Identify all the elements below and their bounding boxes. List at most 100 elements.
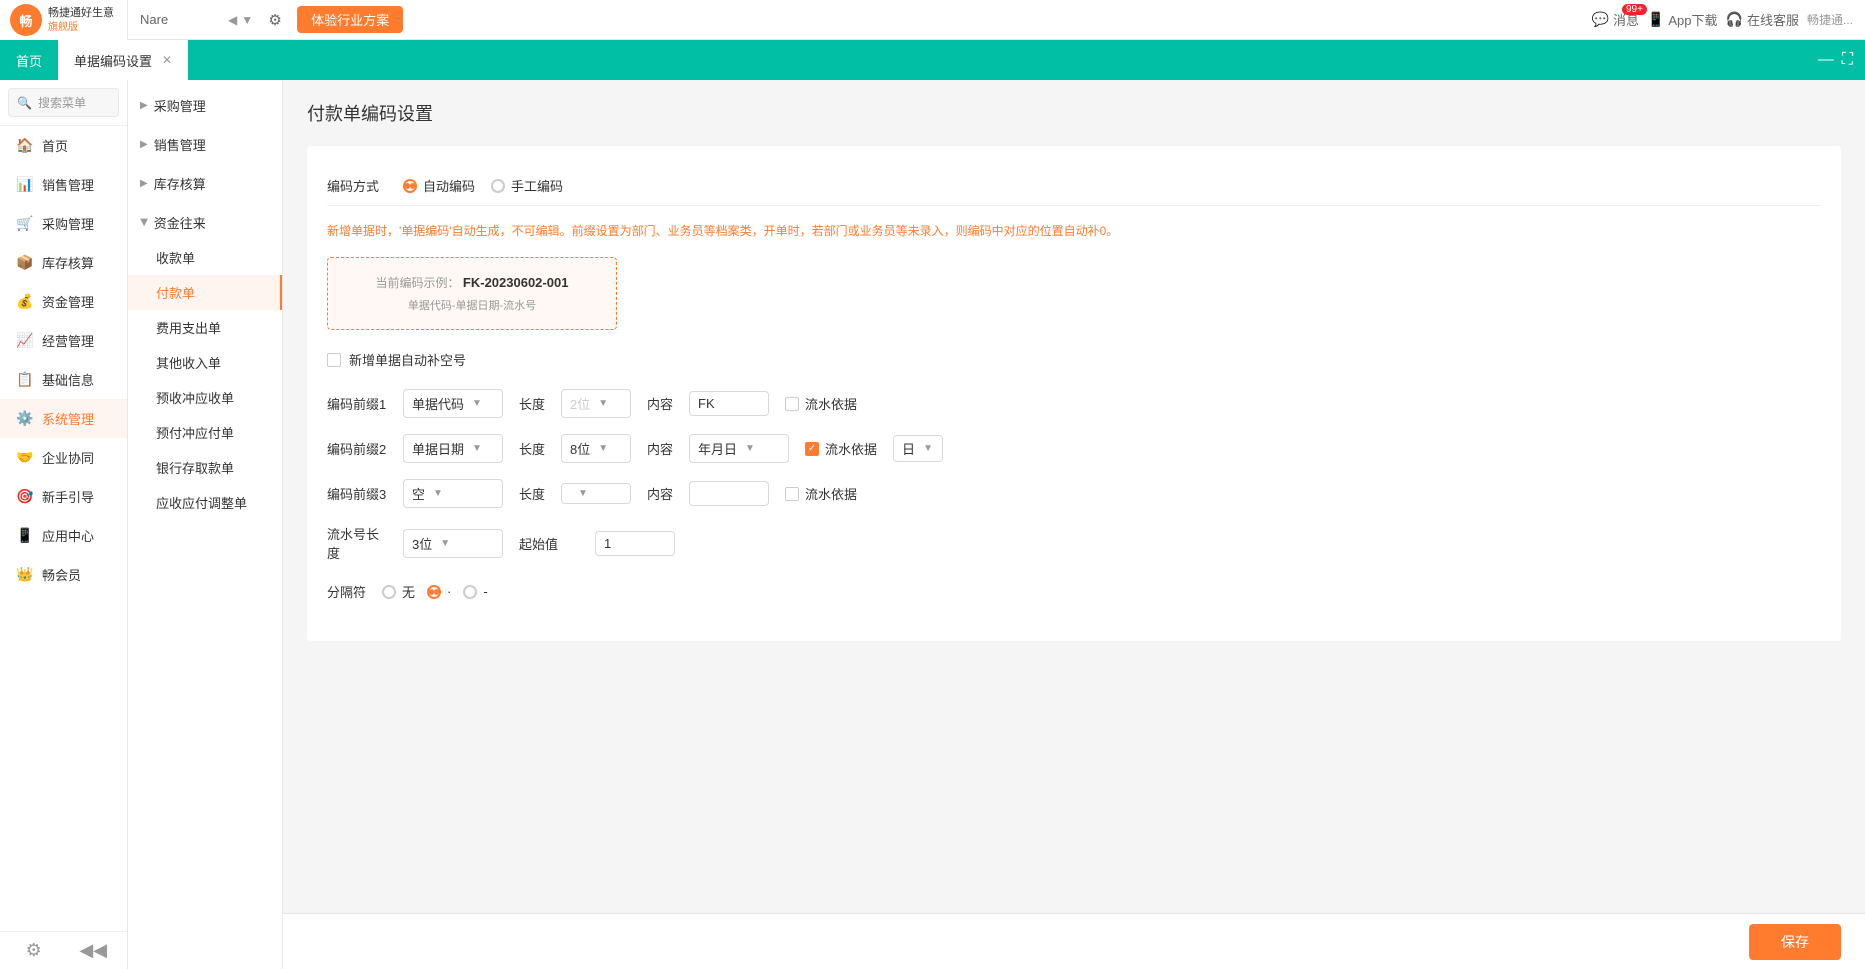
minimize-icon[interactable]: — [1818, 51, 1834, 69]
maximize-icon[interactable]: ⛶ [1842, 51, 1853, 69]
nav-arrows[interactable]: ◀ ▼ [228, 13, 253, 27]
manual-code-radio-circle [491, 179, 505, 193]
prefix1-length-label: 长度 [519, 394, 545, 413]
sidebar-item-appcenter[interactable]: 📱 应用中心 [0, 516, 127, 555]
prefix1-length-select[interactable]: 2位 ▼ [561, 389, 631, 418]
manual-code-radio[interactable]: 手工编码 [491, 176, 563, 195]
serial-start-input[interactable] [595, 531, 675, 556]
subnav-group-purchase-title[interactable]: ▶ 采购管理 [128, 88, 282, 123]
prefix1-length-chevron-icon: ▼ [598, 398, 608, 409]
serial-length-select[interactable]: 3位 ▼ [403, 529, 503, 558]
subnav-item-prepay-recv[interactable]: 预收冲应收单 [128, 380, 282, 415]
sidebar-item-home[interactable]: 🏠 首页 [0, 126, 127, 165]
search-label: 搜索菜单 [38, 94, 86, 111]
subnav-item-prepay-pay[interactable]: 预付冲应付单 [128, 415, 282, 450]
prefix3-serial-check[interactable]: 流水依据 [785, 484, 857, 503]
prefix1-select[interactable]: 单据代码 ▼ [403, 389, 503, 418]
subnav-group-fund-title[interactable]: ▶ 资金往来 [128, 205, 282, 240]
prefix2-length-select[interactable]: 8位 ▼ [561, 434, 631, 463]
settings-bottom-btn[interactable]: ⚙ [8, 940, 60, 961]
prefix2-day-select[interactable]: 日 ▼ [893, 435, 943, 462]
prefix2-serial-check[interactable]: ✓ 流水依据 [805, 439, 877, 458]
subnav-arrow-fund: ▶ [138, 219, 149, 227]
sidebar-item-enterprise[interactable]: 🤝 企业协同 [0, 438, 127, 477]
subnav-group-fund: ▶ 资金往来 收款单 付款单 费用支出单 其他收入单 预收冲应收单 [128, 205, 282, 520]
app-download-btn[interactable]: 📱 App下载 [1647, 10, 1718, 29]
sidebar-item-purchase[interactable]: 🛒 采购管理 [0, 204, 127, 243]
operations-icon: 📈 [16, 332, 34, 350]
sidebar-item-sales[interactable]: 📊 销售管理 [0, 165, 127, 204]
radio-group: 自动编码 手工编码 [403, 176, 563, 195]
prefix2-content-select[interactable]: 年月日 ▼ [689, 434, 789, 463]
sidebar-item-guide[interactable]: 🎯 新手引导 [0, 477, 127, 516]
auto-fill-checkbox[interactable] [327, 353, 341, 367]
subnav-item-expense[interactable]: 费用支出单 [128, 310, 282, 345]
online-service-btn[interactable]: 🎧 在线客服 [1726, 10, 1799, 29]
prefix2-length-label: 长度 [519, 439, 545, 458]
tab-bar: 首页 单据编码设置 ✕ — ⛶ [0, 40, 1865, 80]
info-text: 新增单据时，'单据编码'自动生成，不可编辑。前缀设置为部门、业务员等档案类，开单… [327, 222, 1821, 241]
subnav-arrow-sales: ▶ [140, 139, 148, 150]
prefix1-serial-checkbox[interactable] [785, 397, 799, 411]
subnav-item-receipt[interactable]: 收款单 [128, 240, 282, 275]
prefix2-content-chevron-icon: ▼ [745, 443, 755, 454]
encoding-method-label: 编码方式 [327, 176, 379, 195]
prev-arrow[interactable]: ◀ [228, 13, 237, 27]
auto-fill-row: 新增单据自动补空号 [327, 350, 1821, 369]
serial-start-label: 起始值 [519, 534, 579, 553]
tab-home[interactable]: 首页 [0, 40, 58, 80]
app-logo: 畅 [10, 4, 42, 36]
auto-code-radio[interactable]: 自动编码 [403, 176, 475, 195]
sep-dash-radio-circle [463, 585, 477, 599]
sidebar-item-operations[interactable]: 📈 经营管理 [0, 321, 127, 360]
message-btn[interactable]: 💬 消息 99+ [1592, 10, 1639, 29]
sep-none-radio[interactable]: 无 [382, 582, 415, 601]
prefix2-row: 编码前缀2 单据日期 ▼ 长度 8位 ▼ 内容 年月日 [327, 434, 1821, 463]
separator-label: 分隔符 [327, 582, 366, 601]
next-arrow[interactable]: ▼ [241, 13, 253, 27]
prefix1-serial-check[interactable]: 流水依据 [785, 394, 857, 413]
separator-row: 分隔符 无 · [327, 582, 1821, 601]
auto-fill-label: 新增单据自动补空号 [349, 350, 466, 369]
subnav-item-adjust[interactable]: 应收应付调整单 [128, 485, 282, 520]
trial-btn[interactable]: 体验行业方案 [297, 6, 403, 33]
prefix3-serial-checkbox[interactable] [785, 487, 799, 501]
sep-dash-radio[interactable]: - [463, 584, 487, 599]
sidebar-item-member[interactable]: 👑 畅会员 [0, 555, 127, 594]
subnav-item-payment[interactable]: 付款单 [128, 275, 282, 310]
subnav-group-inventory-title[interactable]: ▶ 库存核算 [128, 166, 282, 201]
sep-none-radio-circle [382, 585, 396, 599]
prefix3-length-select[interactable]: ▼ [561, 483, 631, 504]
sidebar-item-finance[interactable]: 💰 资金管理 [0, 282, 127, 321]
member-icon: 👑 [16, 566, 34, 584]
subnav-item-bank[interactable]: 银行存取款单 [128, 450, 282, 485]
sidebar-item-system[interactable]: ⚙️ 系统管理 [0, 399, 127, 438]
prefix3-content-input[interactable] [689, 481, 769, 506]
subnav-group-sales-title[interactable]: ▶ 销售管理 [128, 127, 282, 162]
prefix3-select[interactable]: 空 ▼ [403, 479, 503, 508]
logo-char: 畅 [19, 11, 32, 30]
enterprise-icon: 🤝 [16, 449, 34, 467]
subnav-item-other-income[interactable]: 其他收入单 [128, 345, 282, 380]
prefix3-content-label: 内容 [647, 484, 673, 503]
sidebar-item-basics[interactable]: 📋 基础信息 [0, 360, 127, 399]
tab-encoding-settings[interactable]: 单据编码设置 ✕ [58, 40, 188, 80]
subnav-group-sales: ▶ 销售管理 [128, 127, 282, 162]
settings-gear[interactable]: ⚙ [261, 6, 289, 34]
tab-close-icon[interactable]: ✕ [162, 53, 172, 67]
sep-dot-radio[interactable]: · [427, 584, 451, 599]
prefix2-serial-checkbox[interactable]: ✓ [805, 442, 819, 456]
collapse-btn[interactable]: ◀◀ [68, 940, 120, 961]
save-button[interactable]: 保存 [1749, 924, 1841, 960]
content-area: 付款单编码设置 编码方式 自动编码 [283, 80, 1865, 913]
user-avatar[interactable]: 畅捷通... [1807, 11, 1853, 28]
prefix2-label: 编码前缀2 [327, 439, 387, 458]
app-logo-area: 畅 畅捷通好生意 旗舰版 [0, 0, 128, 40]
search-menu-btn[interactable]: 🔍 搜索菜单 [8, 88, 119, 117]
sidebar-item-inventory[interactable]: 📦 库存核算 [0, 243, 127, 282]
system-icon: ⚙️ [16, 410, 34, 428]
sidebar-search-area: 🔍 搜索菜单 [0, 80, 127, 126]
prefix2-select[interactable]: 单据日期 ▼ [403, 434, 503, 463]
prefix1-content-input[interactable] [689, 391, 769, 416]
prefix1-label: 编码前缀1 [327, 394, 387, 413]
